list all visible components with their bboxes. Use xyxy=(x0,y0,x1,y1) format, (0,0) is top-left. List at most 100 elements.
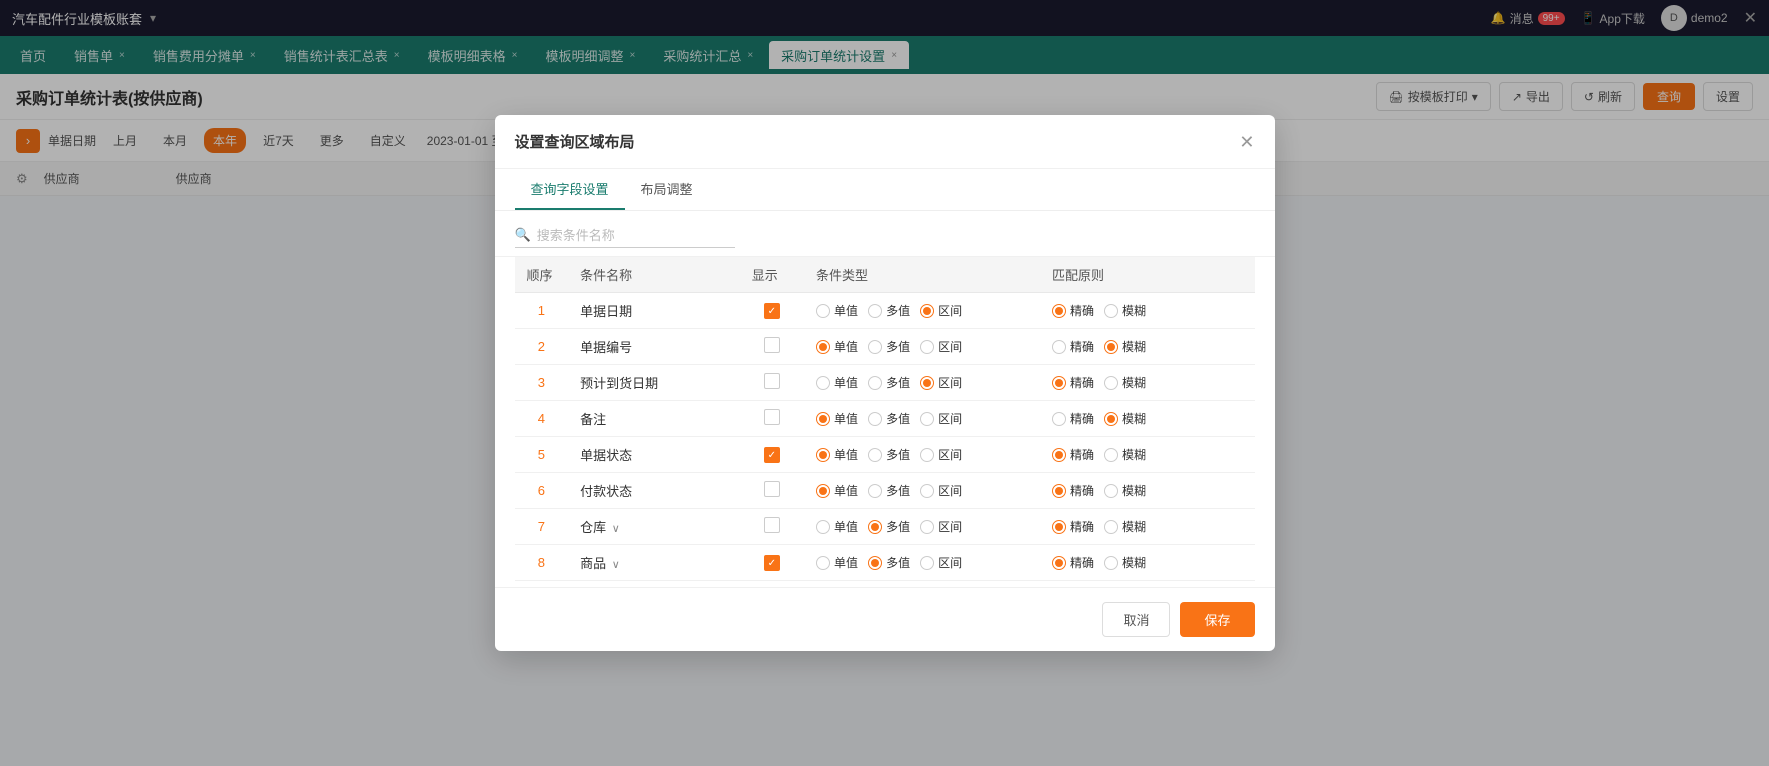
type-option-区间[interactable]: 区间 xyxy=(920,554,962,571)
type-option-区间[interactable]: 区间 xyxy=(920,482,962,499)
checkbox-show-unchecked[interactable] xyxy=(764,337,780,353)
type-option-单值[interactable]: 单值 xyxy=(816,518,858,535)
save-btn[interactable]: 保存 xyxy=(1180,602,1254,637)
match-option-模糊[interactable]: 模糊 xyxy=(1104,518,1146,535)
type-option-多值[interactable]: 多值 xyxy=(868,410,910,427)
radio-outer xyxy=(816,304,830,318)
checkbox-show-checked[interactable]: ✓ xyxy=(764,303,780,319)
radio-outer xyxy=(1052,304,1066,318)
radio-label: 区间 xyxy=(938,338,962,355)
match-option-精确[interactable]: 精确 xyxy=(1052,374,1094,391)
match-option-精确[interactable]: 精确 xyxy=(1052,482,1094,499)
type-option-区间[interactable]: 区间 xyxy=(920,518,962,535)
checkbox-show-unchecked[interactable] xyxy=(764,409,780,425)
dialog-tab-query-fields[interactable]: 查询字段设置 xyxy=(515,169,625,210)
type-option-区间[interactable]: 区间 xyxy=(920,374,962,391)
cell-show xyxy=(740,401,804,437)
table-row: 4备注 单值 多值 区间 精确 模糊 xyxy=(515,401,1255,437)
dropdown-icon[interactable]: ∨ xyxy=(612,559,620,571)
cell-name: 付款状态 xyxy=(568,473,740,509)
th-match: 匹配原则 xyxy=(1040,257,1255,293)
type-option-多值[interactable]: 多值 xyxy=(868,518,910,535)
radio-label: 单值 xyxy=(834,410,858,427)
radio-outer xyxy=(920,448,934,462)
checkbox-show-checked[interactable]: ✓ xyxy=(764,447,780,463)
match-option-精确[interactable]: 精确 xyxy=(1052,338,1094,355)
cell-order: 4 xyxy=(515,401,569,437)
radio-label: 模糊 xyxy=(1122,302,1146,319)
match-option-精确[interactable]: 精确 xyxy=(1052,518,1094,535)
type-option-区间[interactable]: 区间 xyxy=(920,302,962,319)
type-option-多值[interactable]: 多值 xyxy=(868,554,910,571)
search-input[interactable] xyxy=(537,228,735,243)
radio-label: 区间 xyxy=(938,518,962,535)
type-option-区间[interactable]: 区间 xyxy=(920,446,962,463)
radio-label: 多值 xyxy=(886,482,910,499)
radio-label: 模糊 xyxy=(1122,410,1146,427)
match-option-精确[interactable]: 精确 xyxy=(1052,302,1094,319)
radio-label: 区间 xyxy=(938,446,962,463)
dialog-tab-layout[interactable]: 布局调整 xyxy=(625,169,709,210)
match-radio-group: 精确 模糊 xyxy=(1052,338,1243,355)
cell-match: 精确 模糊 xyxy=(1040,509,1255,545)
cell-type: 单值 多值 区间 xyxy=(804,401,1040,437)
type-option-单值[interactable]: 单值 xyxy=(816,482,858,499)
type-radio-group: 单值 多值 区间 xyxy=(816,554,1028,571)
radio-inner xyxy=(871,523,879,531)
type-option-区间[interactable]: 区间 xyxy=(920,338,962,355)
radio-outer xyxy=(868,520,882,534)
match-radio-group: 精确 模糊 xyxy=(1052,482,1243,499)
type-option-多值[interactable]: 多值 xyxy=(868,446,910,463)
th-type: 条件类型 xyxy=(804,257,1040,293)
type-option-多值[interactable]: 多值 xyxy=(868,302,910,319)
type-option-单值[interactable]: 单值 xyxy=(816,554,858,571)
radio-label: 区间 xyxy=(938,410,962,427)
checkbox-show-unchecked[interactable] xyxy=(764,481,780,497)
radio-outer xyxy=(868,556,882,570)
type-option-单值[interactable]: 单值 xyxy=(816,302,858,319)
checkbox-show-checked[interactable]: ✓ xyxy=(764,555,780,571)
radio-outer xyxy=(1104,412,1118,426)
cell-show xyxy=(740,473,804,509)
radio-label: 精确 xyxy=(1070,518,1094,535)
match-radio-group: 精确 模糊 xyxy=(1052,446,1243,463)
cell-show xyxy=(740,365,804,401)
cancel-btn[interactable]: 取消 xyxy=(1102,602,1170,637)
dialog-close-btn[interactable]: ✕ xyxy=(1239,133,1254,151)
checkbox-show-unchecked[interactable] xyxy=(764,517,780,533)
type-option-多值[interactable]: 多值 xyxy=(868,482,910,499)
table-row: 7仓库 ∨ 单值 多值 区间 精确 模糊 xyxy=(515,509,1255,545)
type-option-单值[interactable]: 单值 xyxy=(816,338,858,355)
match-option-精确[interactable]: 精确 xyxy=(1052,554,1094,571)
checkbox-show-unchecked[interactable] xyxy=(764,373,780,389)
dropdown-icon[interactable]: ∨ xyxy=(612,523,620,535)
radio-outer xyxy=(1104,304,1118,318)
match-radio-group: 精确 模糊 xyxy=(1052,374,1243,391)
type-option-多值[interactable]: 多值 xyxy=(868,374,910,391)
match-option-模糊[interactable]: 模糊 xyxy=(1104,374,1146,391)
radio-outer xyxy=(816,556,830,570)
radio-outer xyxy=(868,484,882,498)
type-option-单值[interactable]: 单值 xyxy=(816,446,858,463)
match-option-精确[interactable]: 精确 xyxy=(1052,446,1094,463)
match-option-模糊[interactable]: 模糊 xyxy=(1104,338,1146,355)
type-option-多值[interactable]: 多值 xyxy=(868,338,910,355)
radio-outer xyxy=(816,484,830,498)
match-option-模糊[interactable]: 模糊 xyxy=(1104,482,1146,499)
type-option-区间[interactable]: 区间 xyxy=(920,410,962,427)
type-option-单值[interactable]: 单值 xyxy=(816,374,858,391)
cell-name: 仓库 ∨ xyxy=(568,509,740,545)
radio-inner xyxy=(1055,559,1063,567)
type-option-单值[interactable]: 单值 xyxy=(816,410,858,427)
conditions-table-scroll: 顺序 条件名称 显示 条件类型 匹配原则 1单据日期✓ 单值 多值 xyxy=(495,257,1275,587)
match-option-模糊[interactable]: 模糊 xyxy=(1104,302,1146,319)
match-option-模糊[interactable]: 模糊 xyxy=(1104,446,1146,463)
cell-show xyxy=(740,329,804,365)
match-option-模糊[interactable]: 模糊 xyxy=(1104,554,1146,571)
type-radio-group: 单值 多值 区间 xyxy=(816,446,1028,463)
match-option-模糊[interactable]: 模糊 xyxy=(1104,410,1146,427)
radio-inner xyxy=(1055,523,1063,531)
radio-label: 精确 xyxy=(1070,482,1094,499)
radio-outer xyxy=(868,412,882,426)
match-option-精确[interactable]: 精确 xyxy=(1052,410,1094,427)
